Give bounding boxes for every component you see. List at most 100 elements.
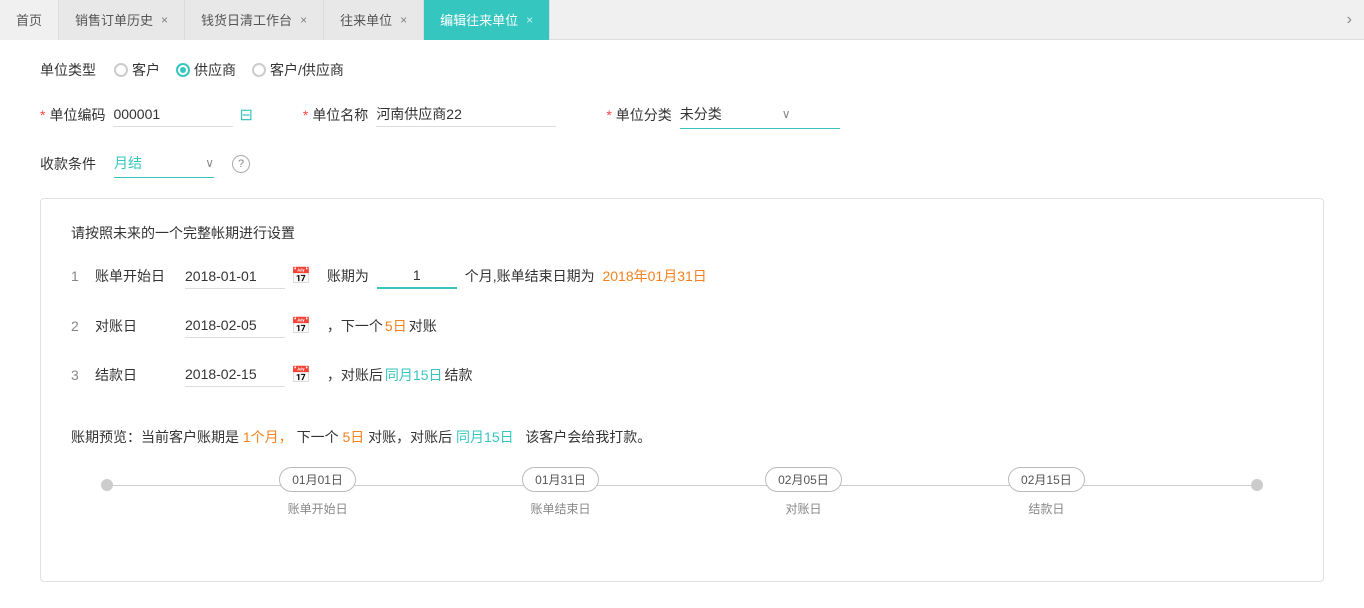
- close-tab-sales-order-history[interactable]: ×: [161, 13, 168, 27]
- preview-prefix: 账期预览：当前客户账期是: [71, 429, 239, 445]
- timeline-label-2: 账单结束日: [531, 500, 591, 517]
- radio-supplier-label: 供应商: [194, 60, 236, 80]
- unit-code-group: * 单位编码 ⊟: [40, 102, 253, 127]
- row-desc-2: ，下一个 5日 对账: [327, 316, 437, 336]
- timeline-label-1: 账单开始日: [288, 500, 348, 517]
- unit-category-value: 未分类: [680, 104, 722, 124]
- row-label-3: 结款日: [95, 365, 165, 385]
- required-star-name: *: [303, 107, 308, 123]
- timeline-label-3: 对账日: [785, 500, 821, 517]
- desc-suffix-2: 对账: [409, 316, 437, 336]
- end-date-highlight: 2018年01月31日: [602, 266, 706, 286]
- row-desc-3: ，对账后 同月15日 结款: [327, 365, 473, 385]
- close-tab-partner-units[interactable]: ×: [400, 13, 407, 27]
- timeline-start-dot: [101, 479, 113, 491]
- timeline-end: [1251, 467, 1263, 491]
- timeline-nodes: 01月01日 账单开始日 01月31日 账单结束日 02月0: [71, 467, 1293, 517]
- payment-terms-dropdown[interactable]: 月结 ∨: [114, 149, 214, 178]
- calendar-icon-3[interactable]: 📅: [291, 365, 311, 385]
- radio-circle-both: [252, 63, 266, 77]
- unit-name-group: * 单位名称: [303, 102, 556, 127]
- desc-prefix-1: 账期为: [327, 266, 369, 286]
- timeline-start: [101, 467, 113, 491]
- row-num-2: 2: [71, 318, 95, 334]
- preview-orange-2: 5日: [342, 429, 364, 445]
- calendar-icon-2[interactable]: 📅: [291, 316, 311, 336]
- desc-suffix-3: 结款: [445, 365, 473, 385]
- radio-circle-customer: [114, 63, 128, 77]
- unit-category-arrow-icon: ∨: [782, 107, 791, 121]
- row-label-2: 对账日: [95, 316, 165, 336]
- setting-row-2: 2 对账日 📅 ，下一个 5日 对账: [71, 313, 1293, 338]
- timeline-container: 01月01日 账单开始日 01月31日 账单结束日 02月0: [71, 467, 1293, 557]
- tab-sales-order-history[interactable]: 销售订单历史 ×: [59, 0, 185, 40]
- unit-type-radio-group: 客户 供应商 客户/供应商: [114, 60, 344, 80]
- radio-supplier[interactable]: 供应商: [176, 60, 236, 80]
- row-num-3: 3: [71, 367, 95, 383]
- payment-day-highlight: 同月15日: [385, 365, 443, 385]
- unit-name-label: 单位名称: [312, 105, 368, 125]
- row-label-1: 账单开始日: [95, 266, 165, 286]
- help-icon[interactable]: ?: [232, 155, 250, 173]
- unit-type-label: 单位类型: [40, 60, 96, 80]
- payment-terms-row: 收款条件 月结 ∨ ?: [40, 149, 1324, 178]
- timeline-label-4: 结款日: [1028, 500, 1064, 517]
- tab-home[interactable]: 首页: [0, 0, 59, 40]
- main-content: 单位类型 客户 供应商 客户/供应商 * 单位编码 ⊟ * 单位名称: [0, 40, 1364, 608]
- row-num-1: 1: [71, 268, 95, 284]
- close-tab-edit-partner[interactable]: ×: [526, 13, 533, 27]
- timeline-end-dot: [1251, 479, 1263, 491]
- tab-partner-units[interactable]: 往来单位 ×: [324, 0, 424, 40]
- required-star-category: *: [606, 107, 611, 123]
- desc-suffix-1: 个月,账单结束日期为: [465, 266, 595, 286]
- tab-edit-partner[interactable]: 编辑往来单位 ×: [424, 0, 550, 40]
- radio-circle-supplier: [176, 63, 190, 77]
- unit-code-input[interactable]: [113, 102, 233, 127]
- row-desc-1: 账期为 个月,账单结束日期为 2018年01月31日: [327, 263, 707, 289]
- timeline-node-4: 02月15日 结款日: [1008, 467, 1085, 517]
- payment-terms-value: 月结: [114, 153, 142, 173]
- preview-orange-1: 1个月，: [243, 429, 293, 445]
- copy-icon[interactable]: ⊟: [239, 105, 252, 125]
- settings-box: 请按照未来的一个完整帐期进行设置 1 账单开始日 📅 账期为 个月,账单结束日期…: [40, 198, 1324, 582]
- timeline-marker-4: 02月15日: [1008, 467, 1085, 492]
- unit-type-row: 单位类型 客户 供应商 客户/供应商: [40, 60, 1324, 80]
- radio-customer[interactable]: 客户: [114, 60, 160, 80]
- tab-cash-work[interactable]: 钱货日清工作台 ×: [185, 0, 324, 40]
- preview-teal-1: 同月15日: [456, 429, 514, 445]
- radio-customer-label: 客户: [132, 60, 160, 80]
- tab-bar: 首页 销售订单历史 × 钱货日清工作台 × 往来单位 × 编辑往来单位 × ›: [0, 0, 1364, 40]
- timeline-node-2: 01月31日 账单结束日: [522, 467, 599, 517]
- payment-terms-label: 收款条件: [40, 154, 96, 174]
- preview-mid-2: 对账，对账后: [368, 429, 452, 445]
- timeline-node-1: 01月01日 账单开始日: [279, 467, 356, 517]
- unit-fields-row: * 单位编码 ⊟ * 单位名称 * 单位分类 未分类 ∨: [40, 100, 1324, 129]
- reconcile-date-input[interactable]: [185, 313, 285, 338]
- radio-both[interactable]: 客户/供应商: [252, 60, 344, 80]
- unit-category-label: 单位分类: [616, 105, 672, 125]
- period-input[interactable]: [377, 263, 457, 289]
- start-date-input[interactable]: [185, 264, 285, 289]
- close-tab-cash-work[interactable]: ×: [300, 13, 307, 27]
- preview-section: 账期预览：当前客户账期是 1个月， 下一个 5日 对账，对账后 同月15日 该客…: [71, 411, 1293, 557]
- calendar-icon-1[interactable]: 📅: [291, 266, 311, 286]
- reconcile-day-highlight: 5日: [385, 316, 407, 336]
- unit-category-dropdown[interactable]: 未分类 ∨: [680, 100, 840, 129]
- payment-terms-arrow-icon: ∨: [205, 156, 214, 170]
- timeline-marker-3: 02月05日: [765, 467, 842, 492]
- unit-name-input[interactable]: [376, 102, 556, 127]
- preview-suffix: 该客户会给我打款。: [525, 429, 651, 445]
- required-star-code: *: [40, 107, 45, 123]
- settings-title: 请按照未来的一个完整帐期进行设置: [71, 223, 1293, 243]
- unit-category-group: * 单位分类 未分类 ∨: [606, 100, 839, 129]
- setting-row-1: 1 账单开始日 📅 账期为 个月,账单结束日期为 2018年01月31日: [71, 263, 1293, 289]
- tab-more-arrow[interactable]: ›: [1335, 11, 1364, 29]
- preview-text: 账期预览：当前客户账期是 1个月， 下一个 5日 对账，对账后 同月15日 该客…: [71, 427, 1293, 447]
- desc-prefix-2: ，下一个: [327, 316, 383, 336]
- setting-row-3: 3 结款日 📅 ，对账后 同月15日 结款: [71, 362, 1293, 387]
- radio-both-label: 客户/供应商: [270, 60, 344, 80]
- unit-code-label: 单位编码: [49, 105, 105, 125]
- preview-mid-1: 下一个: [297, 429, 339, 445]
- timeline-marker-1: 01月01日: [279, 467, 356, 492]
- payment-date-input[interactable]: [185, 362, 285, 387]
